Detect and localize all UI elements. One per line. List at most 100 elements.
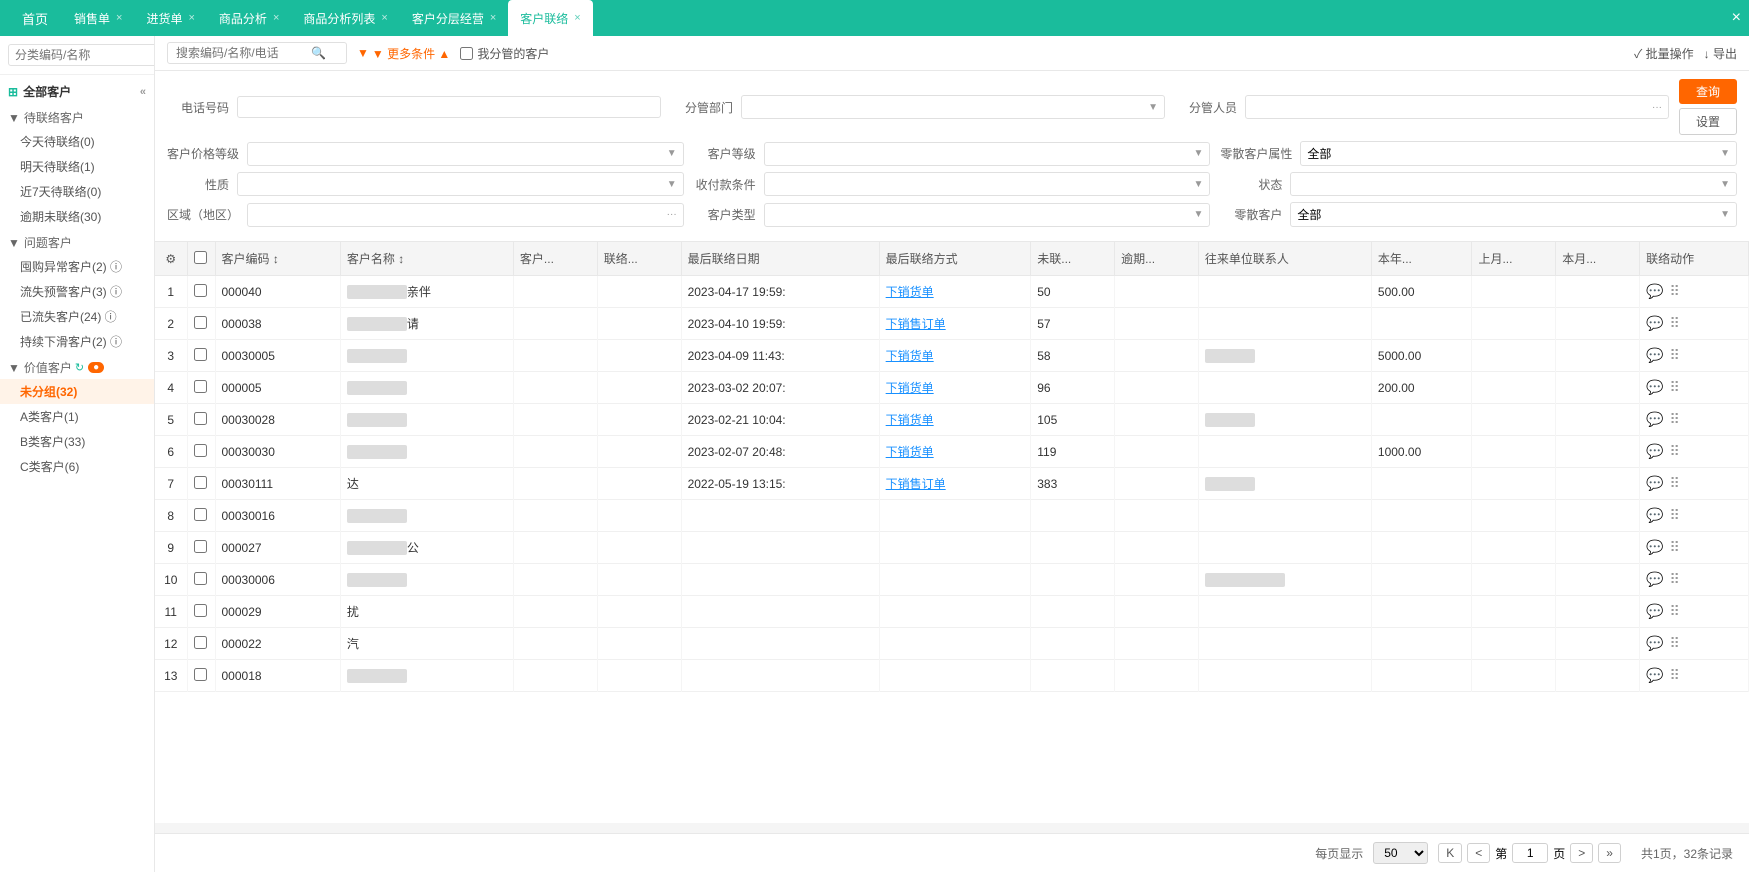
nature-select[interactable]: ▼ (237, 172, 684, 196)
row-last-contact-method[interactable]: 下销货单 (879, 372, 1031, 404)
region-select[interactable]: ··· (247, 203, 684, 227)
tab-sales[interactable]: 销售单 × (62, 0, 134, 36)
row-checkbox[interactable] (194, 476, 207, 489)
sidebar-item-abnormal[interactable]: 囤购异常客户(2) ⓘ (0, 254, 154, 279)
last-page-btn[interactable]: » (1598, 843, 1621, 863)
contact-icon[interactable]: 💬 (1646, 315, 1663, 332)
more-action-icon[interactable]: ⠿ (1670, 443, 1680, 460)
tab-purchase[interactable]: 进货单 × (134, 0, 206, 36)
th-name[interactable]: 客户名称 ↕ (340, 242, 513, 276)
close-customer-contact-tab[interactable]: × (574, 12, 580, 24)
row-checkbox[interactable] (194, 380, 207, 393)
row-checkbox[interactable] (194, 508, 207, 521)
sidebar-item-overdue-pending[interactable]: 逾期未联络(30) (0, 204, 154, 229)
close-purchase-tab[interactable]: × (188, 12, 194, 24)
row-checkbox[interactable] (194, 348, 207, 361)
row-checkbox[interactable] (194, 444, 207, 457)
page-size-select[interactable]: 50 100 200 (1373, 842, 1428, 864)
contact-icon[interactable]: 💬 (1646, 571, 1663, 588)
more-action-icon[interactable]: ⠿ (1670, 283, 1680, 300)
customer-level-select[interactable]: ▼ (764, 142, 1211, 166)
contact-icon[interactable]: 💬 (1646, 379, 1663, 396)
query-btn[interactable]: 查询 (1679, 79, 1737, 104)
search-icon[interactable]: 🔍 (311, 46, 326, 60)
row-checkbox[interactable] (194, 604, 207, 617)
more-action-icon[interactable]: ⠿ (1670, 571, 1680, 588)
my-customers-checkbox[interactable] (460, 47, 473, 60)
row-last-contact-method[interactable]: 下销货单 (879, 276, 1031, 308)
th-code[interactable]: 客户编码 ↕ (215, 242, 340, 276)
payment-select[interactable]: ▼ (764, 172, 1211, 196)
all-customers-header[interactable]: ⊞ 全部客户 « (0, 75, 154, 104)
customer-type-select[interactable]: ▼ (764, 203, 1211, 227)
price-level-select[interactable]: ▼ (247, 142, 684, 166)
search-input[interactable] (176, 46, 306, 60)
batch-operation-btn[interactable]: ✓ 批量操作 (1634, 45, 1694, 62)
tab-product-analysis[interactable]: 商品分析 × (207, 0, 291, 36)
row-checkbox[interactable] (194, 572, 207, 585)
sidebar-item-churn-warning[interactable]: 流失预警客户(3) ⓘ (0, 279, 154, 304)
more-action-icon[interactable]: ⠿ (1670, 475, 1680, 492)
sidebar-item-class-c[interactable]: C类客户(6) (0, 454, 154, 479)
sidebar-item-declining[interactable]: 持续下滑客户(2) ⓘ (0, 329, 154, 354)
sidebar-item-churned[interactable]: 已流失客户(24) ⓘ (0, 304, 154, 329)
contact-icon[interactable]: 💬 (1646, 667, 1663, 684)
reset-btn[interactable]: 设置 (1679, 108, 1737, 135)
more-conditions-btn[interactable]: ▼ ▼ 更多条件 ▲ (357, 45, 450, 62)
more-action-icon[interactable]: ⠿ (1670, 347, 1680, 364)
more-action-icon[interactable]: ⠿ (1670, 539, 1680, 556)
close-product-analysis-tab[interactable]: × (273, 12, 279, 24)
dept-select[interactable]: ▼ (741, 95, 1165, 119)
window-close-btn[interactable]: × (1732, 9, 1741, 27)
contact-icon[interactable]: 💬 (1646, 283, 1663, 300)
sidebar-item-today-pending[interactable]: 今天待联络(0) (0, 129, 154, 154)
contact-icon[interactable]: 💬 (1646, 507, 1663, 524)
contact-icon[interactable]: 💬 (1646, 603, 1663, 620)
sparse-customer-select[interactable]: 全部▼ (1290, 202, 1737, 227)
row-last-contact-method[interactable] (879, 660, 1031, 692)
more-action-icon[interactable]: ⠿ (1670, 667, 1680, 684)
row-last-contact-method[interactable] (879, 596, 1031, 628)
contact-icon[interactable]: 💬 (1646, 539, 1663, 556)
sparse-attr-select[interactable]: 全部▼ (1300, 141, 1737, 166)
prev-page-btn[interactable]: < (1467, 843, 1490, 863)
home-tab[interactable]: 首页 (8, 9, 62, 28)
sidebar-collapse-btn[interactable]: « (140, 86, 146, 98)
row-last-contact-method[interactable] (879, 564, 1031, 596)
row-last-contact-method[interactable] (879, 500, 1031, 532)
more-action-icon[interactable]: ⠿ (1670, 315, 1680, 332)
contact-icon[interactable]: 💬 (1646, 475, 1663, 492)
row-last-contact-method[interactable]: 下销售订单 (879, 308, 1031, 340)
row-checkbox[interactable] (194, 668, 207, 681)
row-checkbox[interactable] (194, 636, 207, 649)
first-page-btn[interactable]: K (1438, 843, 1462, 863)
more-action-icon[interactable]: ⠿ (1670, 603, 1680, 620)
tab-product-analysis-list[interactable]: 商品分析列表 × (291, 0, 399, 36)
close-customer-segment-tab[interactable]: × (490, 12, 496, 24)
manager-select[interactable]: ··· (1245, 95, 1669, 119)
phone-input[interactable] (237, 96, 661, 118)
contact-icon[interactable]: 💬 (1646, 347, 1663, 364)
row-last-contact-method[interactable]: 下销货单 (879, 404, 1031, 436)
th-settings[interactable]: ⚙ (155, 242, 187, 276)
sidebar-item-class-a[interactable]: A类客户(1) (0, 404, 154, 429)
sidebar-item-class-b[interactable]: B类客户(33) (0, 429, 154, 454)
status-select[interactable]: ▼ (1290, 172, 1737, 196)
row-last-contact-method[interactable]: 下销货单 (879, 436, 1031, 468)
row-last-contact-method[interactable] (879, 628, 1031, 660)
contact-icon[interactable]: 💬 (1646, 443, 1663, 460)
contact-icon[interactable]: 💬 (1646, 411, 1663, 428)
sidebar-item-ungrouped[interactable]: 未分组(32) (0, 379, 154, 404)
row-last-contact-method[interactable]: 下销售订单 (879, 468, 1031, 500)
more-action-icon[interactable]: ⠿ (1670, 411, 1680, 428)
row-checkbox[interactable] (194, 412, 207, 425)
sidebar-search-input[interactable] (8, 44, 155, 66)
select-all-checkbox[interactable] (194, 251, 207, 264)
close-product-analysis-list-tab[interactable]: × (381, 12, 387, 24)
page-input[interactable] (1512, 843, 1548, 863)
next-page-btn[interactable]: > (1570, 843, 1593, 863)
more-action-icon[interactable]: ⠿ (1670, 507, 1680, 524)
horizontal-scrollbar[interactable] (155, 823, 1749, 833)
row-checkbox[interactable] (194, 540, 207, 553)
tab-customer-contact[interactable]: 客户联络 × (508, 0, 592, 36)
